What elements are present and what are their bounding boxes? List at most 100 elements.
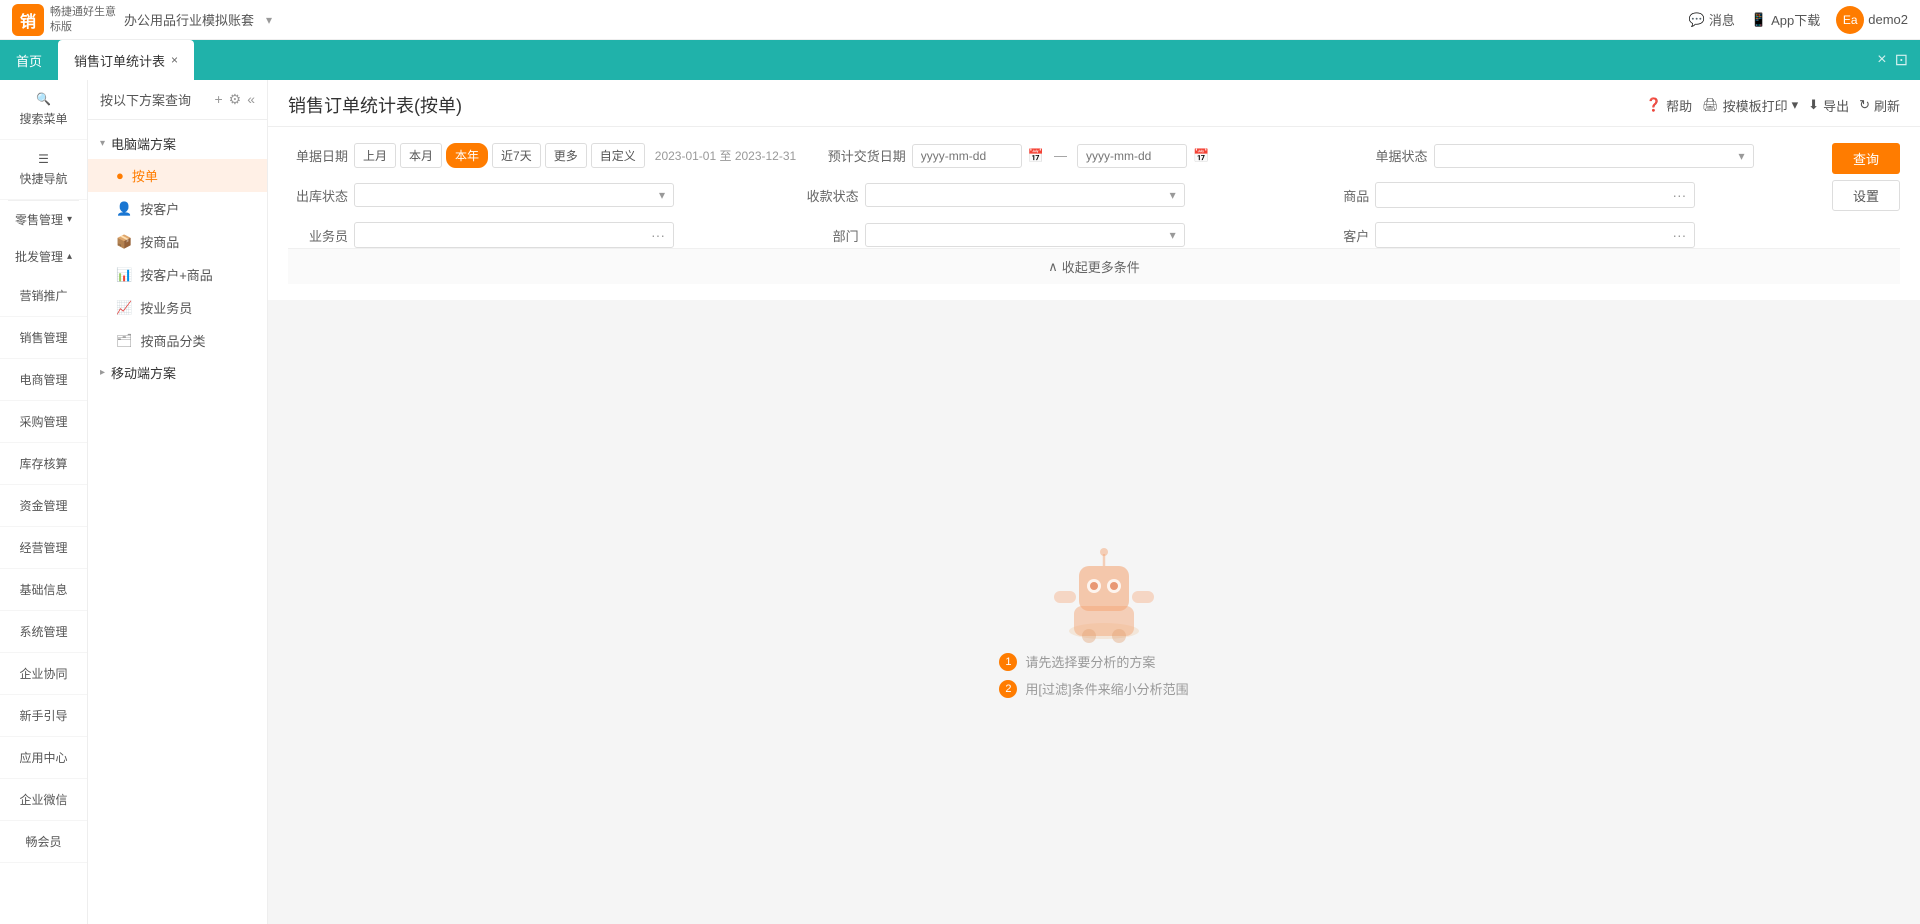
tree-item-by-order[interactable]: ● 按单 <box>88 159 267 192</box>
customer-label: 客户 <box>1309 226 1369 245</box>
mobile-group-label: 移动端方案 <box>111 363 176 382</box>
sidebar-item-marketing[interactable]: 营销推广 <box>0 275 87 317</box>
doc-status-select[interactable]: ▾ <box>1434 144 1754 168</box>
by-goods-label: 按商品 <box>140 232 179 251</box>
salesperson-dots[interactable]: ··· <box>651 227 665 243</box>
salesperson-label: 业务员 <box>288 226 348 245</box>
by-goods-category-label: 按商品分类 <box>141 331 206 350</box>
customer-select[interactable]: ··· <box>1375 222 1695 248</box>
tip-2-num: 2 <box>999 680 1017 698</box>
content-area: 按以下方案查询 + ⚙ « ▾ 电脑端方案 ● 按单 👤 按客户 <box>88 80 1920 924</box>
tree-group-desktop[interactable]: ▾ 电脑端方案 <box>88 128 267 159</box>
app-dropdown-arrow[interactable]: ▾ <box>266 13 272 27</box>
by-goods-category-icon: 🗂 <box>116 333 133 349</box>
delivery-date-to-calendar-icon[interactable]: 📅 <box>1193 148 1209 164</box>
date-range-text: 2023-01-01 至 2023-12-31 <box>655 147 796 164</box>
delivery-date-to-input[interactable] <box>1077 144 1187 168</box>
custom-date-button[interactable]: 自定义 <box>591 143 645 168</box>
sidebar-item-finance[interactable]: 资金管理 <box>0 485 87 527</box>
sidebar-search[interactable]: 🔍 搜索菜单 <box>0 80 87 140</box>
by-order-label: 按单 <box>132 166 158 185</box>
sidebar-item-purchase[interactable]: 采购管理 <box>0 401 87 443</box>
delivery-date-from-calendar-icon[interactable]: 📅 <box>1028 148 1044 164</box>
goods-select[interactable]: ··· <box>1375 182 1695 208</box>
print-button[interactable]: 🖨 按模板打印 ▾ <box>1702 96 1798 115</box>
page-header: 销售订单统计表(按单) ❓ 帮助 🖨 按模板打印 ▾ ⬇ 导出 <box>268 80 1920 127</box>
search-icon: 🔍 <box>36 92 51 106</box>
this-year-button[interactable]: 本年 <box>446 143 488 168</box>
filter-row-2: 出库状态 ▾ 收款状态 ▾ <box>288 182 1804 208</box>
filter-area: 单据日期 上月 本月 本年 近7天 更多 自定义 2023-01-01 至 20… <box>268 127 1920 300</box>
tree-item-by-goods[interactable]: 📦 按商品 <box>88 225 267 258</box>
sidebar-item-ecommerce[interactable]: 电商管理 <box>0 359 87 401</box>
filter-row-1: 单据日期 上月 本月 本年 近7天 更多 自定义 2023-01-01 至 20… <box>288 143 1804 168</box>
sidebar-item-wholesale[interactable]: 批发管理 ▴ <box>0 238 87 275</box>
tree-item-by-customer-goods[interactable]: 📊 按客户+商品 <box>88 258 267 291</box>
sidebar-item-operations[interactable]: 经营管理 <box>0 527 87 569</box>
customer-dots[interactable]: ··· <box>1672 227 1686 243</box>
message-button[interactable]: 💬 消息 <box>1689 10 1735 29</box>
sidebar-item-basic[interactable]: 基础信息 <box>0 569 87 611</box>
sidebar-item-enterprise[interactable]: 企业协同 <box>0 653 87 695</box>
export-icon: ⬇ <box>1808 97 1819 113</box>
sidebar-item-inventory[interactable]: 库存核算 <box>0 443 87 485</box>
desktop-group-label: 电脑端方案 <box>111 134 176 153</box>
shipment-status-select[interactable]: ▾ <box>354 183 674 207</box>
by-customer-goods-icon: 📊 <box>116 267 132 283</box>
tree-item-by-goods-category[interactable]: 🗂 按商品分类 <box>88 324 267 357</box>
department-label: 部门 <box>799 226 859 245</box>
tree-item-by-salesperson[interactable]: 📈 按业务员 <box>88 291 267 324</box>
user-menu-button[interactable]: Ea demo2 <box>1836 6 1908 34</box>
tip-2-text: 用[过滤]条件来缩小分析范围 <box>1025 679 1188 698</box>
left-panel-collapse-button[interactable]: « <box>247 91 255 108</box>
shipment-status-label: 出库状态 <box>288 186 348 205</box>
collapse-button[interactable]: ∧ 收起更多条件 <box>1048 257 1140 276</box>
tab-close-window-button[interactable]: × <box>1877 51 1886 69</box>
export-button[interactable]: ⬇ 导出 <box>1808 96 1849 115</box>
delivery-date-from-input[interactable] <box>912 144 1022 168</box>
filter-row-3: 业务员 ··· 部门 ▾ <box>288 222 1804 248</box>
tabbar: 首页 销售订单统计表 × × ⊡ <box>0 40 1920 80</box>
query-button[interactable]: 查询 <box>1832 143 1900 174</box>
tab-close-button[interactable]: × <box>171 53 178 67</box>
by-order-icon: ● <box>116 168 124 183</box>
tree-group-mobile[interactable]: ▸ 移动端方案 <box>88 357 267 388</box>
last-month-button[interactable]: 上月 <box>354 143 396 168</box>
sidebar-item-appcenter[interactable]: 应用中心 <box>0 737 87 779</box>
help-button[interactable]: ❓ 帮助 <box>1646 96 1692 115</box>
refresh-button[interactable]: ↻ 刷新 <box>1859 96 1900 115</box>
last7days-button[interactable]: 近7天 <box>492 143 541 168</box>
reset-button[interactable]: 设置 <box>1832 180 1900 211</box>
left-panel-title: 按以下方案查询 <box>100 90 191 109</box>
tab-restore-button[interactable]: ⊡ <box>1895 50 1908 70</box>
sidebar-item-newbie[interactable]: 新手引导 <box>0 695 87 737</box>
retail-arrow: ▾ <box>67 214 72 225</box>
left-panel-settings-button[interactable]: ⚙ <box>229 91 242 108</box>
payment-status-arrow: ▾ <box>1170 188 1176 202</box>
tab-sales-order-stats[interactable]: 销售订单统计表 × <box>58 40 194 80</box>
more-date-button[interactable]: 更多 <box>545 143 587 168</box>
tree-item-by-customer[interactable]: 👤 按客户 <box>88 192 267 225</box>
app-download-button[interactable]: 📱 App下载 <box>1751 10 1820 29</box>
refresh-icon: ↻ <box>1859 97 1870 113</box>
sidebar-item-system[interactable]: 系统管理 <box>0 611 87 653</box>
this-month-button[interactable]: 本月 <box>400 143 442 168</box>
print-dropdown-arrow[interactable]: ▾ <box>1792 97 1799 113</box>
sidebar-item-retail[interactable]: 零售管理 ▾ <box>0 201 87 238</box>
tab-home[interactable]: 首页 <box>0 40 58 80</box>
goods-label: 商品 <box>1309 186 1369 205</box>
sidebar-quick-nav[interactable]: ☰ 快捷导航 <box>0 140 87 200</box>
payment-status-select[interactable]: ▾ <box>865 183 1185 207</box>
collapse-bar[interactable]: ∧ 收起更多条件 <box>288 248 1900 284</box>
sidebar-item-sales[interactable]: 销售管理 <box>0 317 87 359</box>
sidebar-item-wechat[interactable]: 企业微信 <box>0 779 87 821</box>
doc-status-label: 单据状态 <box>1368 146 1428 165</box>
sidebar-item-member[interactable]: 畅会员 <box>0 821 87 863</box>
page-title: 销售订单统计表(按单) <box>288 92 462 118</box>
left-panel: 按以下方案查询 + ⚙ « ▾ 电脑端方案 ● 按单 👤 按客户 <box>88 80 268 924</box>
department-select[interactable]: ▾ <box>865 223 1185 247</box>
goods-dots[interactable]: ··· <box>1672 187 1686 203</box>
salesperson-select[interactable]: ··· <box>354 222 674 248</box>
date-label: 单据日期 <box>288 146 348 165</box>
left-panel-add-button[interactable]: + <box>214 91 222 108</box>
